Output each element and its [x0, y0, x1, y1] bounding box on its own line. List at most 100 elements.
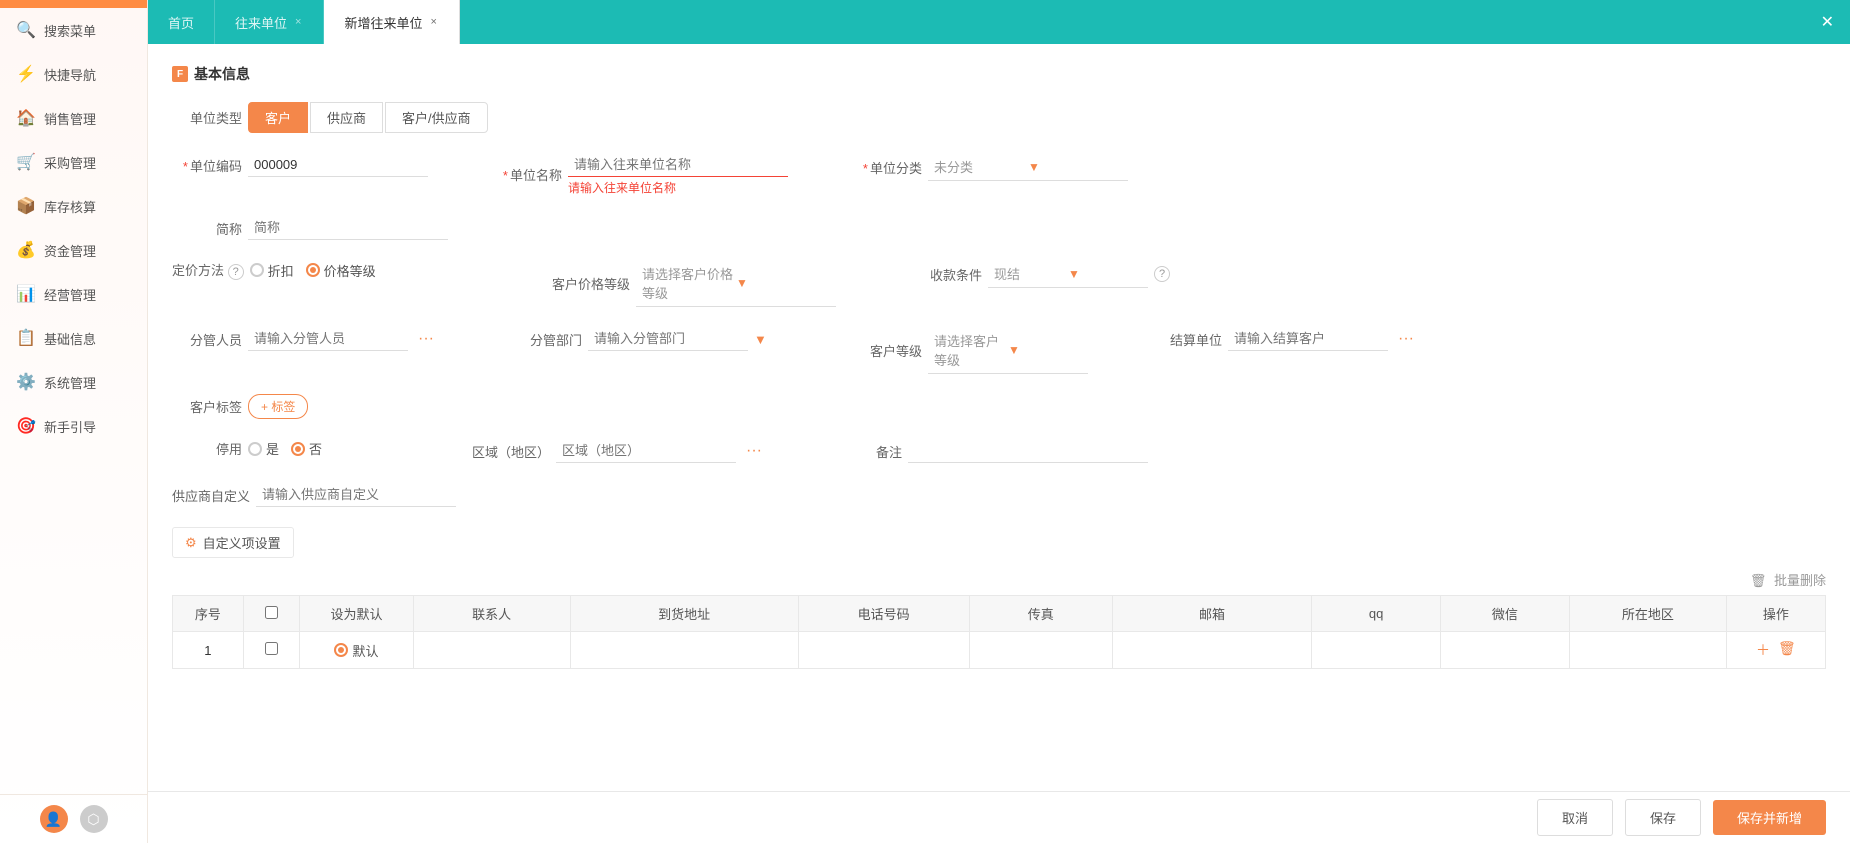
table-header-row: 序号 设为默认 联系人 到货地址 电话号码 传真 邮箱 qq 微信 所在地区 — [173, 596, 1826, 632]
row-action: ＋ 🗑 — [1726, 632, 1825, 669]
short-name-input[interactable] — [248, 216, 448, 240]
batch-delete-button[interactable]: 🗑 批量删除 — [1750, 570, 1826, 589]
phone-input[interactable] — [834, 643, 934, 658]
region-label: 区域（地区） — [472, 442, 550, 461]
unit-category-select[interactable]: 未分类 ▼ — [928, 153, 1128, 181]
supplier-custom-row: 供应商自定义 — [172, 483, 1826, 507]
pricing-level-radio[interactable]: 价格等级 — [306, 261, 376, 280]
add-row-icon[interactable]: ＋ — [1756, 640, 1770, 660]
col-header-check — [243, 596, 300, 632]
row-phone[interactable] — [798, 632, 969, 669]
unit-type-customer-btn[interactable]: 客户 — [248, 102, 308, 133]
tab-home[interactable]: 首页 — [148, 0, 215, 44]
unit-type-both-btn[interactable]: 客户/供应商 — [385, 102, 488, 133]
settlement-unit-input[interactable] — [1228, 327, 1388, 351]
contact-input[interactable] — [447, 643, 537, 658]
tab-new-partner[interactable]: 新增往来单位 × — [324, 0, 459, 44]
row-wechat[interactable] — [1441, 632, 1570, 669]
customer-price-level-select[interactable]: 请选择客户价格等级 ▼ — [636, 260, 836, 307]
unit-name-input[interactable] — [568, 153, 788, 177]
save-button[interactable]: 保存 — [1625, 799, 1701, 836]
region-input[interactable] — [556, 439, 736, 463]
tab-bar: 首页 往来单位 × 新增往来单位 × ✕ — [148, 0, 1850, 44]
wechat-input[interactable] — [1470, 643, 1540, 658]
row-email[interactable] — [1112, 632, 1312, 669]
unit-category-field: *单位分类 未分类 ▼ — [852, 153, 1132, 181]
settlement-unit-more-icon[interactable]: ··· — [1394, 330, 1418, 348]
row-address[interactable] — [570, 632, 798, 669]
sidebar-item-label: 采购管理 — [44, 153, 96, 172]
department-input[interactable] — [588, 327, 748, 351]
delete-row-icon[interactable]: 🗑 — [1778, 640, 1796, 660]
section-basic-info: F 基本信息 — [172, 64, 1826, 84]
row-qq[interactable] — [1312, 632, 1441, 669]
row-fax[interactable] — [969, 632, 1112, 669]
sidebar-user-icon[interactable]: 👤 — [40, 805, 68, 833]
sidebar-item-label: 库存核算 — [44, 197, 96, 216]
sidebar-settings-icon[interactable]: ⬡ — [80, 805, 108, 833]
qq-input[interactable] — [1341, 643, 1411, 658]
fax-input[interactable] — [1001, 643, 1081, 658]
disabled-row: 停用 是 否 区域（地区） ··· — [172, 439, 1826, 463]
sidebar-top-bar — [0, 0, 147, 8]
custom-settings-label: 自定义项设置 — [203, 533, 281, 552]
save-new-button[interactable]: 保存并新增 — [1713, 800, 1826, 835]
select-all-checkbox[interactable] — [265, 606, 278, 619]
row-default-radio[interactable]: 默认 — [310, 641, 402, 660]
sidebar-item-purchase[interactable]: 🛒 采购管理 — [0, 140, 147, 184]
tab-bar-close-button[interactable]: ✕ — [1805, 0, 1850, 44]
region-table-input[interactable] — [1603, 643, 1693, 658]
sidebar-item-quick-nav[interactable]: ⚡ 快捷导航 — [0, 52, 147, 96]
disabled-label: 停用 — [172, 439, 242, 458]
payment-terms-help-icon[interactable]: ? — [1154, 266, 1170, 282]
tab-partner-list[interactable]: 往来单位 × — [215, 0, 324, 44]
tab-partner-list-label: 往来单位 — [235, 13, 287, 32]
unit-code-field: *单位编码 — [172, 153, 492, 177]
custom-settings-button[interactable]: ⚙ 自定义项设置 — [172, 527, 294, 558]
payment-terms-label: 收款条件 — [912, 265, 982, 284]
discount-radio-circle — [250, 263, 264, 277]
sidebar-item-label: 新手引导 — [44, 417, 96, 436]
tab-new-partner-close[interactable]: × — [428, 16, 438, 28]
pricing-help-icon[interactable]: ? — [228, 264, 244, 280]
sidebar-item-inventory[interactable]: 📦 库存核算 — [0, 184, 147, 228]
tab-partner-list-close[interactable]: × — [293, 16, 303, 28]
remark-label: 备注 — [832, 442, 902, 461]
pricing-radio-group: 折扣 价格等级 — [250, 261, 376, 280]
remark-input[interactable] — [908, 439, 1148, 463]
row-checkbox[interactable] — [265, 642, 278, 655]
customer-level-select[interactable]: 请选择客户等级 ▼ — [928, 327, 1088, 374]
table-header: 序号 设为默认 联系人 到货地址 电话号码 传真 邮箱 qq 微信 所在地区 — [173, 596, 1826, 632]
col-header-action: 操作 — [1726, 596, 1825, 632]
unit-category-value: 未分类 — [934, 157, 1028, 176]
cancel-button[interactable]: 取消 — [1537, 799, 1613, 836]
pricing-discount-radio[interactable]: 折扣 — [250, 261, 294, 280]
sidebar-item-operations[interactable]: 📊 经营管理 — [0, 272, 147, 316]
row-contact[interactable] — [413, 632, 570, 669]
sidebar-item-sales[interactable]: 🏠 销售管理 — [0, 96, 147, 140]
disabled-yes-radio[interactable]: 是 — [248, 439, 279, 458]
sidebar-item-system[interactable]: ⚙️ 系统管理 — [0, 360, 147, 404]
code-name-category-row: *单位编码 *单位名称 请输入往来单位名称 — [172, 153, 1826, 196]
add-tag-button[interactable]: + 标签 — [248, 394, 308, 419]
pricing-method-field: 定价方法 ? 折扣 价格等级 — [172, 260, 552, 280]
money-icon: 💰 — [16, 240, 36, 260]
address-input[interactable] — [614, 643, 754, 658]
payment-terms-value: 现结 — [994, 264, 1068, 283]
unit-type-supplier-btn[interactable]: 供应商 — [310, 102, 383, 133]
sidebar-item-search[interactable]: 🔍 搜索菜单 — [0, 8, 147, 52]
manager-input[interactable] — [248, 327, 408, 351]
supplier-custom-input[interactable] — [256, 483, 456, 507]
sidebar-item-guide[interactable]: 🎯 新手引导 — [0, 404, 147, 448]
sidebar-item-finance[interactable]: 💰 资金管理 — [0, 228, 147, 272]
disabled-yes-circle — [248, 442, 262, 456]
sidebar-item-basic-info[interactable]: 📋 基础信息 — [0, 316, 147, 360]
disabled-no-radio[interactable]: 否 — [291, 439, 322, 458]
email-input[interactable] — [1152, 643, 1272, 658]
manager-more-icon[interactable]: ··· — [414, 330, 438, 348]
row-region[interactable] — [1569, 632, 1726, 669]
unit-code-input[interactable] — [248, 153, 428, 177]
remark-field: 备注 — [832, 439, 1148, 463]
region-more-icon[interactable]: ··· — [742, 442, 766, 460]
payment-terms-select[interactable]: 现结 ▼ — [988, 260, 1148, 288]
